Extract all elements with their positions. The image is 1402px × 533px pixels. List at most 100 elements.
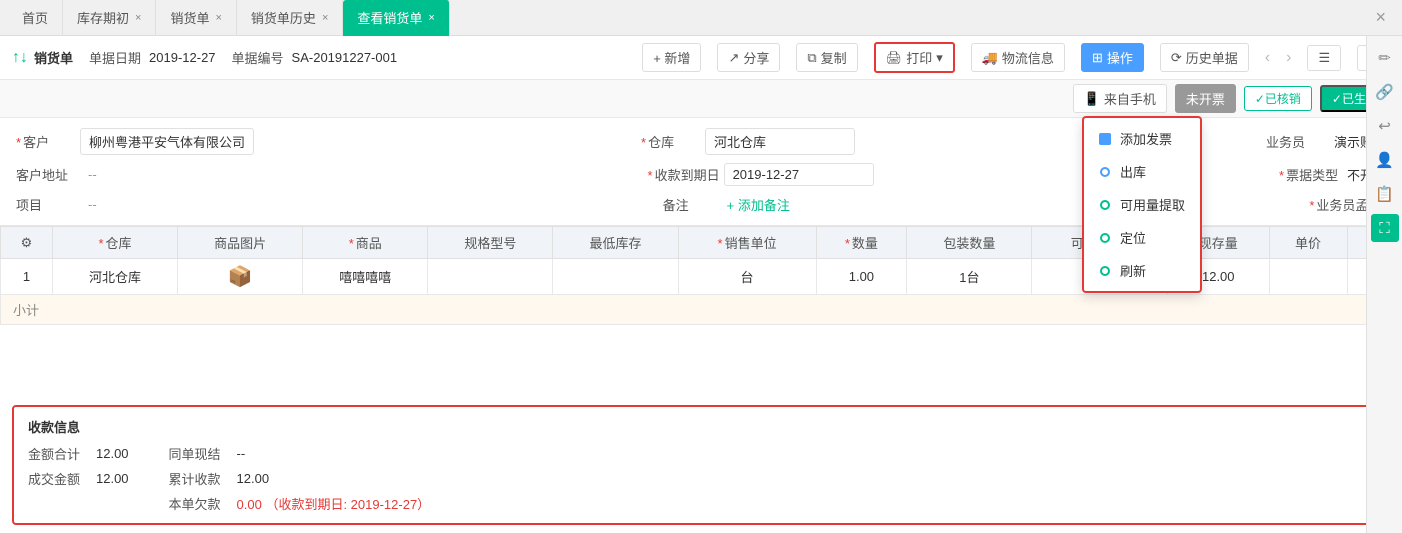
print-icon: 🖨 xyxy=(886,50,903,66)
view-list-button[interactable]: ☰ xyxy=(1307,45,1341,71)
accum-receipt-row: 累计收款 12.00 xyxy=(169,469,431,488)
tab-home[interactable]: 首页 xyxy=(8,0,63,36)
rs-fullscreen-icon[interactable]: ⛶ xyxy=(1371,214,1399,242)
td-spec xyxy=(428,259,553,295)
share-button[interactable]: ↗ 分享 xyxy=(717,43,780,72)
th-image: 商品图片 xyxy=(178,227,303,259)
history-button[interactable]: ⟳ 历史单据 xyxy=(1160,43,1249,72)
tab-home-label: 首页 xyxy=(22,8,48,27)
address-label: 客户地址 xyxy=(16,165,76,184)
sold-badge[interactable]: ✓ 已核销 xyxy=(1244,86,1312,111)
rs-clipboard-icon[interactable]: 📋 xyxy=(1371,180,1399,208)
dropdown-locate[interactable]: 定位 xyxy=(1084,221,1200,254)
td-warehouse: 河北仓库 xyxy=(52,259,177,295)
dropdown-add-invoice-label: 添加发票 xyxy=(1120,129,1172,148)
td-min-stock xyxy=(553,259,678,295)
th-qty: 数量 xyxy=(816,227,907,259)
tab-inventory[interactable]: 库存期初 × xyxy=(63,0,156,36)
toolbar2: 📱 来自手机 未开票 ✓ 已核销 ✓ 已生效 xyxy=(0,80,1402,118)
th-warehouse: 仓库 xyxy=(52,227,177,259)
new-button[interactable]: + 新增 xyxy=(642,43,701,72)
owe-amount-label: 本单欠款 xyxy=(169,494,229,513)
tab-sales[interactable]: 销货单 × xyxy=(156,0,236,36)
owe-amount-row: 本单欠款 0.00 （收款到期日: 2019-12-27） xyxy=(169,494,431,513)
address-field: 客户地址 -- xyxy=(16,164,648,185)
doc-title-label: 销货单 xyxy=(34,48,73,67)
from-phone-button[interactable]: 📱 来自手机 xyxy=(1073,84,1167,113)
td-unit: 台 xyxy=(678,259,816,295)
doc-meta: 单据日期 2019-12-27 单据编号 SA-20191227-001 xyxy=(89,48,397,67)
owe-amount-value: 0.00 （收款到期日: 2019-12-27） xyxy=(237,494,431,513)
payment-date-label: 收款到期日 xyxy=(648,165,720,184)
dropdown-refresh[interactable]: 刷新 xyxy=(1084,254,1200,287)
tab-bar-close-button[interactable]: × xyxy=(1367,7,1394,28)
not-open-button[interactable]: 未开票 xyxy=(1175,84,1236,113)
total-amount-label: 金额合计 xyxy=(28,444,88,463)
project-value[interactable]: -- xyxy=(80,194,230,215)
same-settle-row: 同单现结 -- xyxy=(169,444,431,463)
avail-extract-icon xyxy=(1098,198,1112,212)
warehouse-value[interactable]: 河北仓库 xyxy=(705,128,855,155)
payment-date-value[interactable]: 2019-12-27 xyxy=(724,163,874,186)
same-settle-value: -- xyxy=(237,446,246,461)
tab-sales-label: 销货单 xyxy=(170,8,209,27)
rs-return-icon[interactable]: ↩ xyxy=(1371,112,1399,140)
subtotal-row: 小计 xyxy=(1,295,1402,325)
tab-sales-history[interactable]: 销货单历史 × xyxy=(237,0,343,36)
rs-link-icon[interactable]: 🔗 xyxy=(1371,78,1399,106)
th-product: 商品 xyxy=(303,227,428,259)
doc-no-label: 单据编号 SA-20191227-001 xyxy=(232,48,398,67)
salesman-label: 业务员孟 xyxy=(1309,195,1369,214)
rs-edit-icon[interactable]: ✏ xyxy=(1371,44,1399,72)
note-field: 备注 + 添加备注 xyxy=(663,195,1310,214)
staff-label: 业务员 xyxy=(1266,132,1326,151)
tab-view-sales[interactable]: 查看销货单 × xyxy=(343,0,449,36)
doc-icon: ↑↓ xyxy=(12,49,28,67)
address-value[interactable]: -- xyxy=(80,164,230,185)
deal-amount-row: 成交金额 12.00 xyxy=(28,469,129,488)
tab-inventory-close[interactable]: × xyxy=(135,12,141,24)
tab-view-sales-close[interactable]: × xyxy=(428,12,434,24)
print-dropdown-icon: ▾ xyxy=(936,50,943,66)
tab-sales-history-close[interactable]: × xyxy=(322,12,328,24)
th-pkg-qty: 包装数量 xyxy=(907,227,1032,259)
project-field: 项目 -- xyxy=(16,194,663,215)
share-icon: ↗ xyxy=(728,50,739,66)
total-amount-row: 金额合计 12.00 xyxy=(28,444,129,463)
doc-date-label: 单据日期 2019-12-27 xyxy=(89,48,216,67)
logistics-button[interactable]: 🚚 物流信息 xyxy=(971,43,1065,72)
customer-value[interactable]: 柳州粤港平安气体有限公司 xyxy=(80,128,254,155)
doc-header: ↑↓ 销货单 单据日期 2019-12-27 单据编号 SA-20191227-… xyxy=(0,36,1402,80)
logistics-icon: 🚚 xyxy=(982,50,998,66)
accum-receipt-value: 12.00 xyxy=(237,471,270,486)
td-pkg-qty: 1台 xyxy=(907,259,1032,295)
bottom-info-right: 同单现结 -- 累计收款 12.00 本单欠款 0.00 （收款到期日: 201… xyxy=(169,444,431,513)
bottom-info-rows: 金额合计 12.00 成交金额 12.00 同单现结 -- 累计收款 xyxy=(28,444,1374,513)
customer-field: 客户 柳州粤港平安气体有限公司 xyxy=(16,128,641,155)
th-settings[interactable]: ⚙ xyxy=(1,227,53,259)
refresh-icon xyxy=(1098,264,1112,278)
dropdown-avail-extract[interactable]: 可用量提取 xyxy=(1084,188,1200,221)
accum-receipt-label: 累计收款 xyxy=(169,469,229,488)
print-button[interactable]: 🖨 打印 ▾ xyxy=(874,42,955,73)
add-note-button[interactable]: + 添加备注 xyxy=(727,195,790,214)
tab-bar: 首页 库存期初 × 销货单 × 销货单历史 × 查看销货单 × × xyxy=(0,0,1402,36)
copy-button[interactable]: ⧉ 复制 xyxy=(796,43,857,72)
project-label: 项目 xyxy=(16,195,76,214)
rs-user-icon[interactable]: 👤 xyxy=(1371,146,1399,174)
tab-sales-close[interactable]: × xyxy=(215,12,221,24)
operate-button[interactable]: ⊞ 操作 xyxy=(1081,43,1144,72)
td-image: 📦 xyxy=(178,259,303,295)
dropdown-outbound[interactable]: 出库 xyxy=(1084,155,1200,188)
locate-icon xyxy=(1098,231,1112,245)
dropdown-refresh-label: 刷新 xyxy=(1120,261,1146,280)
td-product: 嘻嘻嘻嘻 xyxy=(303,259,428,295)
copy-icon: ⧉ xyxy=(807,50,816,66)
dropdown-add-invoice[interactable]: 添加发票 xyxy=(1084,122,1200,155)
td-price xyxy=(1269,259,1347,295)
doc-title: ↑↓ 销货单 xyxy=(12,48,73,67)
td-qty: 1.00 xyxy=(816,259,907,295)
operate-icon: ⊞ xyxy=(1092,50,1103,66)
th-spec: 规格型号 xyxy=(428,227,553,259)
tab-sales-history-label: 销货单历史 xyxy=(251,8,316,27)
